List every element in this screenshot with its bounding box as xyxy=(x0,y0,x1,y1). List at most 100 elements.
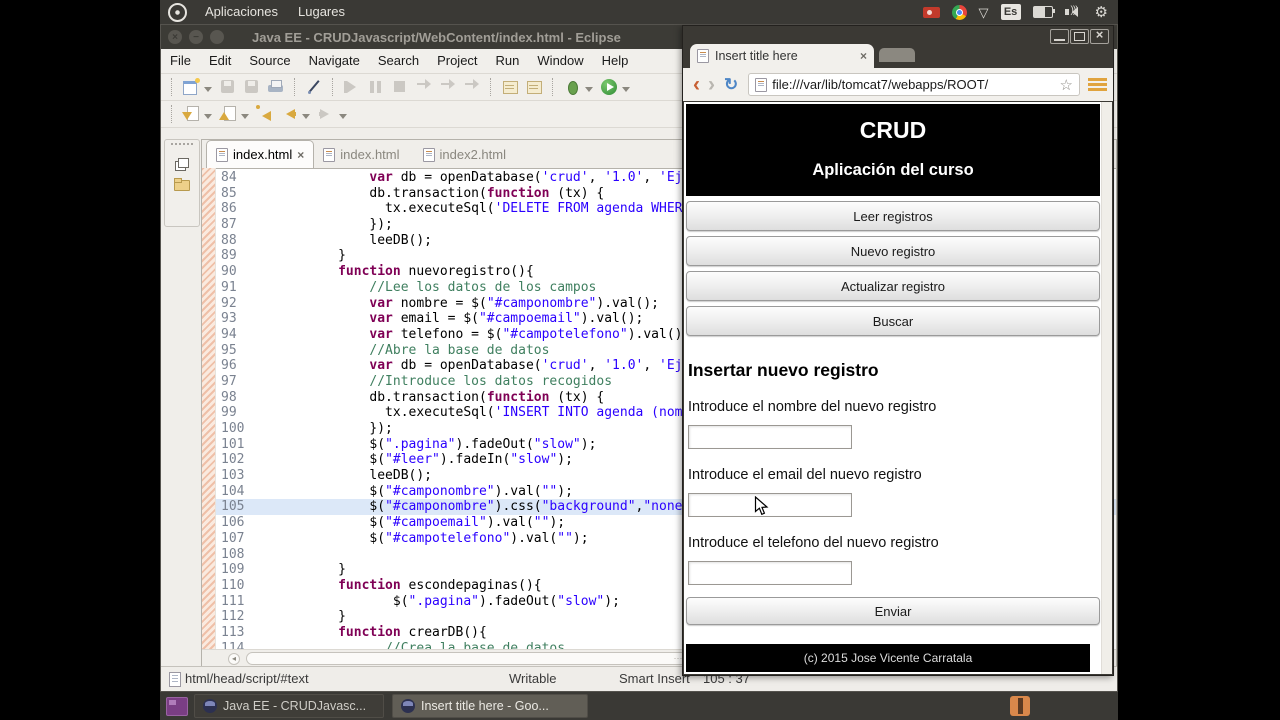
debug-icon[interactable] xyxy=(562,77,582,97)
link-editor-icon[interactable] xyxy=(524,77,544,97)
scroll-left-icon[interactable]: ◂ xyxy=(228,653,240,665)
session-gear-icon[interactable]: ⚙ xyxy=(1095,5,1108,20)
line-number: 102 xyxy=(221,452,245,468)
line-number: 95 xyxy=(221,342,237,358)
field-label: Introduce el telefono del nuevo registro xyxy=(688,535,939,551)
network-icon[interactable]: ▽ xyxy=(979,6,989,19)
window-close-icon[interactable]: × xyxy=(168,30,182,44)
eclipse-menu-item[interactable]: File xyxy=(161,49,200,73)
forward-history-icon[interactable] xyxy=(316,104,336,124)
restore-view-icon[interactable] xyxy=(174,157,190,171)
line-number: 112 xyxy=(221,609,245,625)
back-history-dropdown-icon[interactable] xyxy=(302,113,310,123)
selection-path: html/head/script/#text xyxy=(185,671,309,686)
step-return-icon[interactable] xyxy=(462,77,482,97)
last-edit-location-icon[interactable] xyxy=(255,104,275,124)
eclipse-menu-item[interactable]: Window xyxy=(528,49,592,73)
editor-tab[interactable]: index.html xyxy=(314,141,413,168)
menu-aplicaciones[interactable]: Aplicaciones xyxy=(195,0,288,24)
previous-annotation-icon[interactable] xyxy=(218,104,238,124)
html-file-icon xyxy=(323,147,336,162)
line-number: 108 xyxy=(221,546,245,562)
browser-scrollbar[interactable] xyxy=(1101,102,1112,674)
taskbar-task[interactable]: Insert title here - Goo... xyxy=(392,694,588,718)
nav-button[interactable]: Nuevo registro xyxy=(686,236,1100,266)
window-maximize-icon[interactable] xyxy=(210,30,224,44)
field-label: Introduce el nombre del nuevo registro xyxy=(688,399,937,415)
debug-dropdown-icon[interactable] xyxy=(585,86,593,96)
nav-button[interactable]: Actualizar registro xyxy=(686,271,1100,301)
forward-history-dropdown-icon[interactable] xyxy=(339,113,347,123)
workspace-switcher[interactable] xyxy=(166,696,188,716)
line-number: 111 xyxy=(221,593,245,609)
browser-close-icon[interactable] xyxy=(1090,28,1109,44)
debug-resume-icon[interactable] xyxy=(342,77,362,97)
step-over-icon[interactable] xyxy=(438,77,458,97)
show-view-icon[interactable] xyxy=(500,77,520,97)
step-into-icon[interactable] xyxy=(414,77,434,97)
editor-tab[interactable]: index.html × xyxy=(206,140,315,168)
screen-recorder-icon[interactable] xyxy=(922,6,940,18)
text-input[interactable] xyxy=(688,493,852,517)
battery-icon[interactable] xyxy=(1032,6,1055,18)
next-annotation-icon[interactable] xyxy=(181,104,201,124)
submit-button[interactable]: Enviar xyxy=(686,597,1100,625)
menu-hamburger-icon[interactable] xyxy=(1088,78,1107,91)
keyboard-layout-indicator[interactable]: Es xyxy=(1000,4,1021,20)
address-bar[interactable]: file:///var/lib/tomcat7/webapps/ROOT/ ☆ xyxy=(748,73,1080,96)
reload-icon[interactable]: ↻ xyxy=(724,75,738,95)
save-all-icon[interactable] xyxy=(242,77,262,97)
debug-stop-icon[interactable] xyxy=(390,77,410,97)
browser-minimize-icon[interactable] xyxy=(1050,29,1069,44)
browser-titlebar[interactable] xyxy=(683,26,1113,44)
back-history-icon[interactable] xyxy=(279,104,299,124)
eclipse-window-title: Java EE - CRUDJavascript/WebContent/inde… xyxy=(252,29,621,45)
project-explorer-icon[interactable] xyxy=(174,177,190,191)
volume-icon[interactable] xyxy=(1064,5,1083,19)
new-wizard-icon[interactable] xyxy=(181,77,201,97)
minimized-view-strip xyxy=(164,139,200,227)
menu-lugares[interactable]: Lugares xyxy=(288,0,355,24)
eclipse-menu-item[interactable]: Source xyxy=(240,49,299,73)
save-icon[interactable] xyxy=(218,77,238,97)
tab-close-icon[interactable]: × xyxy=(297,148,304,162)
debug-pause-icon[interactable] xyxy=(366,77,386,97)
run-dropdown-icon[interactable] xyxy=(622,86,630,96)
nav-button[interactable]: Buscar xyxy=(686,306,1100,336)
browser-maximize-icon[interactable] xyxy=(1070,29,1089,44)
window-minimize-icon[interactable]: − xyxy=(189,30,203,44)
editor-tab[interactable]: index2.html xyxy=(414,141,520,168)
text-input[interactable] xyxy=(688,425,852,449)
new-dropdown-icon[interactable] xyxy=(204,86,212,96)
eclipse-menu-item[interactable]: Run xyxy=(487,49,529,73)
ubuntu-logo-icon[interactable] xyxy=(168,2,187,22)
taskbar-tray-app-icon[interactable] xyxy=(1010,696,1030,716)
crud-page: CRUD Aplicación del curso Leer registros… xyxy=(684,102,1102,674)
new-tab-button[interactable] xyxy=(879,48,915,62)
line-number: 88 xyxy=(221,232,237,248)
eclipse-menu-item[interactable]: Search xyxy=(369,49,428,73)
eclipse-menu-item[interactable]: Edit xyxy=(200,49,240,73)
text-input[interactable] xyxy=(688,561,852,585)
chrome-tray-icon[interactable] xyxy=(951,4,967,20)
next-annotation-dropdown-icon[interactable] xyxy=(204,113,212,123)
nav-button[interactable]: Leer registros xyxy=(686,201,1100,231)
back-icon[interactable]: ‹ xyxy=(693,74,700,95)
forward-icon[interactable]: › xyxy=(708,74,715,95)
eclipse-menu-item[interactable]: Navigate xyxy=(300,49,369,73)
url-text: file:///var/lib/tomcat7/webapps/ROOT/ xyxy=(772,77,989,92)
browser-tab[interactable]: Insert title here × xyxy=(690,44,874,68)
eclipse-menu-item[interactable]: Project xyxy=(428,49,486,73)
eclipse-menu-item[interactable]: Help xyxy=(593,49,638,73)
print-icon[interactable] xyxy=(266,77,286,97)
previous-annotation-dropdown-icon[interactable] xyxy=(241,113,249,123)
bookmark-star-icon[interactable]: ☆ xyxy=(1060,76,1073,94)
run-icon[interactable] xyxy=(599,77,619,97)
line-number: 87 xyxy=(221,217,237,233)
view-strip-handle[interactable] xyxy=(171,143,193,151)
annotation-pen-icon[interactable] xyxy=(304,77,324,97)
tab-close-icon[interactable]: × xyxy=(860,49,867,63)
editor-tab-label: index2.html xyxy=(439,147,506,162)
taskbar-task[interactable]: Java EE - CRUDJavasc... xyxy=(194,694,384,718)
desktop: Aplicaciones Lugares ▽ Es ⚙ × − Java EE … xyxy=(160,0,1118,720)
